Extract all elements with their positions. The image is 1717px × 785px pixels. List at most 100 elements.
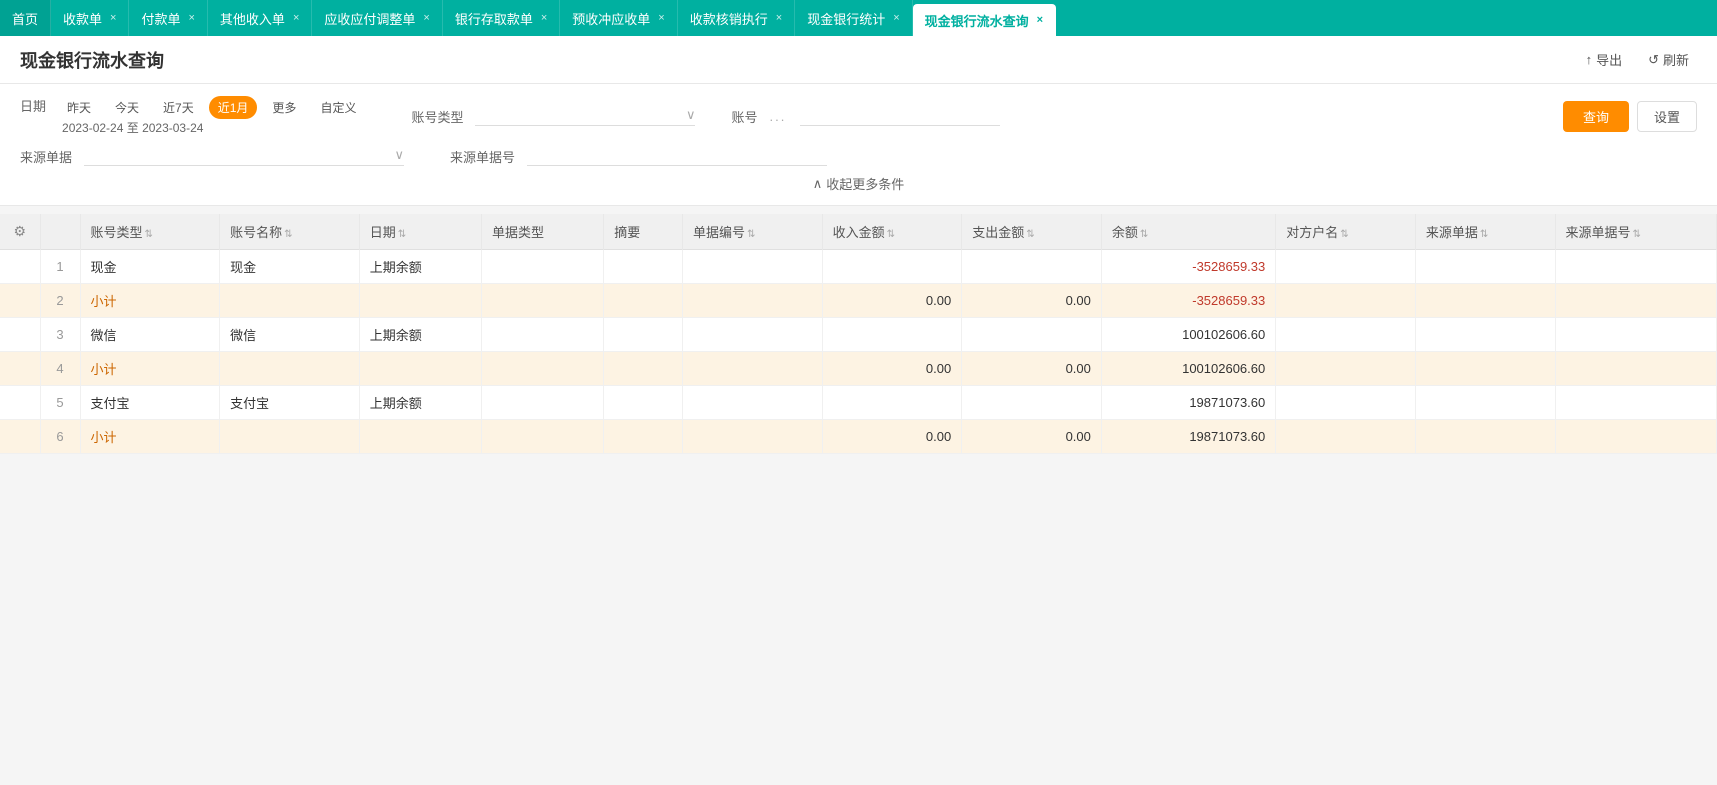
sort-icon: ⇅: [1480, 229, 1488, 240]
cell-counterparty: [1276, 420, 1416, 454]
cell-expense: 0.00: [962, 352, 1102, 386]
table-col-counterparty[interactable]: 对方户名⇅: [1276, 214, 1416, 250]
date-btn-7days[interactable]: 近7天: [154, 96, 203, 119]
query-button[interactable]: 查询: [1563, 101, 1629, 132]
nav-item-shoukodan[interactable]: 收款单 ×: [51, 0, 129, 36]
cell-summary: [604, 352, 683, 386]
source-doc-no-input[interactable]: [527, 146, 827, 166]
account-filter: 账号 ...: [731, 106, 1000, 126]
account-type-select[interactable]: ∨: [475, 107, 695, 126]
cell-source-doc: [1415, 420, 1555, 454]
table-header-row: ⚙ 账号类型⇅ 账号名称⇅ 日期⇅ 单据类型 摘要 单据编号⇅ 收入金: [0, 214, 1717, 250]
filter-row-1: 日期 昨天 今天 近7天 近1月 更多 自定义 2023-02-24 至 202…: [20, 96, 1697, 136]
date-options: 昨天 今天 近7天 近1月 更多 自定义 2023-02-24 至 2023-0…: [58, 96, 365, 136]
table-col-income[interactable]: 收入金额⇅: [822, 214, 962, 250]
export-icon: ↑: [1586, 52, 1593, 67]
table-col-source-doc[interactable]: 来源单据⇅: [1415, 214, 1555, 250]
cell-account-type: 小计: [80, 352, 220, 386]
table-row: 6 小计 0.00 0.00 19871073.60: [0, 420, 1717, 454]
close-icon[interactable]: ×: [293, 12, 299, 24]
cell-account-name: [220, 284, 360, 318]
chevron-down-icon: ∨: [686, 107, 696, 123]
date-btn-today[interactable]: 今天: [106, 96, 148, 119]
close-icon[interactable]: ×: [893, 12, 899, 24]
cell-rownum: 3: [40, 318, 80, 352]
close-icon[interactable]: ×: [188, 12, 194, 24]
sort-icon: ⇅: [1026, 229, 1034, 240]
source-doc-no-filter: 来源单据号: [450, 146, 827, 166]
close-icon[interactable]: ×: [776, 12, 782, 24]
cell-account-type: 现金: [80, 250, 220, 284]
sort-icon: ⇅: [887, 229, 895, 240]
table-col-expense[interactable]: 支出金额⇅: [962, 214, 1102, 250]
cell-doc-type: [482, 284, 604, 318]
cell-balance: 100102606.60: [1101, 318, 1275, 352]
top-navigation: 首页 收款单 × 付款单 × 其他收入单 × 应收应付调整单 × 银行存取款单 …: [0, 0, 1717, 36]
collapse-bar[interactable]: ∧ 收起更多条件: [20, 170, 1697, 195]
sort-icon: ⇅: [145, 229, 153, 240]
refresh-button[interactable]: ↺ 刷新: [1640, 46, 1697, 73]
date-range-display: 2023-02-24 至 2023-03-24: [62, 119, 365, 136]
cell-doc-no: [682, 318, 822, 352]
cell-source-doc: [1415, 284, 1555, 318]
cell-account-name: [220, 352, 360, 386]
cell-rownum: 1: [40, 250, 80, 284]
nav-item-yushouchongying[interactable]: 预收冲应收单 ×: [560, 0, 677, 36]
cell-date: 上期余额: [359, 250, 481, 284]
close-icon[interactable]: ×: [658, 12, 664, 24]
cell-source-doc-no: [1555, 386, 1716, 420]
table-col-account-name[interactable]: 账号名称⇅: [220, 214, 360, 250]
cell-balance: 100102606.60: [1101, 352, 1275, 386]
cell-source-doc-no: [1555, 284, 1716, 318]
nav-item-fukuandan[interactable]: 付款单 ×: [129, 0, 207, 36]
cell-date: [359, 420, 481, 454]
close-icon[interactable]: ×: [110, 12, 116, 24]
date-btn-more[interactable]: 更多: [263, 96, 305, 119]
export-button[interactable]: ↑ 导出: [1578, 46, 1631, 73]
cell-source-doc-no: [1555, 250, 1716, 284]
data-table-wrapper: ⚙ 账号类型⇅ 账号名称⇅ 日期⇅ 单据类型 摘要 单据编号⇅ 收入金: [0, 214, 1717, 454]
date-btn-yesterday[interactable]: 昨天: [58, 96, 100, 119]
chevron-down-icon: ∨: [395, 147, 405, 163]
table-col-source-doc-no[interactable]: 来源单据号⇅: [1555, 214, 1716, 250]
table-row: 4 小计 0.00 0.00 100102606.60: [0, 352, 1717, 386]
cell-income: [822, 386, 962, 420]
close-icon[interactable]: ×: [1037, 14, 1043, 26]
cell-doc-type: [482, 386, 604, 420]
cell-settings: [0, 284, 40, 318]
gear-icon[interactable]: ⚙: [13, 223, 26, 239]
nav-item-shoukuanhexiao[interactable]: 收款核销执行 ×: [678, 0, 795, 36]
date-buttons: 昨天 今天 近7天 近1月 更多 自定义: [58, 96, 365, 119]
account-dots: ...: [769, 109, 786, 124]
date-btn-custom[interactable]: 自定义: [311, 96, 365, 119]
cell-income: 0.00: [822, 352, 962, 386]
cell-counterparty: [1276, 284, 1416, 318]
table-col-doc-no[interactable]: 单据编号⇅: [682, 214, 822, 250]
cell-expense: [962, 386, 1102, 420]
account-input[interactable]: [800, 106, 1000, 126]
settings-button[interactable]: 设置: [1637, 101, 1697, 132]
source-doc-no-label: 来源单据号: [450, 147, 515, 166]
nav-item-xianjinliushui[interactable]: 现金银行流水查询 ×: [913, 4, 1056, 36]
nav-item-qitashouruan[interactable]: 其他收入单 ×: [208, 0, 312, 36]
cell-income: [822, 250, 962, 284]
table-col-balance[interactable]: 余额⇅: [1101, 214, 1275, 250]
cell-date: 上期余额: [359, 318, 481, 352]
close-icon[interactable]: ×: [541, 12, 547, 24]
date-label: 日期: [20, 96, 46, 115]
date-btn-1month[interactable]: 近1月: [209, 96, 258, 119]
nav-item-yingshouyingfu[interactable]: 应收应付调整单 ×: [312, 0, 442, 36]
sort-icon: ⇅: [1140, 229, 1148, 240]
source-doc-label: 来源单据: [20, 147, 72, 166]
cell-summary: [604, 420, 683, 454]
cell-settings: [0, 386, 40, 420]
nav-item-home[interactable]: 首页: [0, 0, 51, 36]
source-doc-select[interactable]: ∨: [84, 147, 404, 166]
cell-date: [359, 352, 481, 386]
nav-item-yinhangcunqu[interactable]: 银行存取款单 ×: [443, 0, 560, 36]
close-icon[interactable]: ×: [423, 12, 429, 24]
cell-counterparty: [1276, 352, 1416, 386]
table-col-date[interactable]: 日期⇅: [359, 214, 481, 250]
table-col-account-type[interactable]: 账号类型⇅: [80, 214, 220, 250]
nav-item-xianjinyinhang[interactable]: 现金银行统计 ×: [795, 0, 912, 36]
